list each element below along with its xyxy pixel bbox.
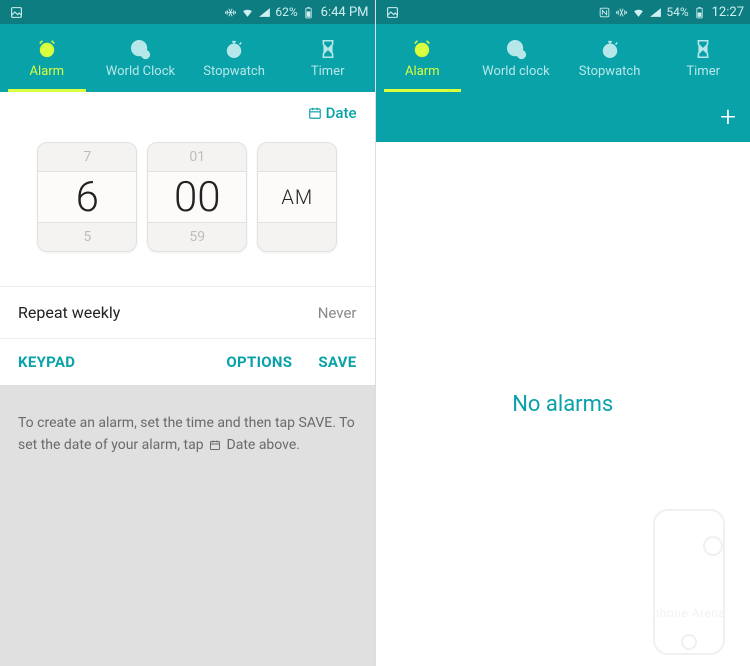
signal-icon <box>649 6 662 19</box>
add-alarm-button[interactable]: + <box>720 103 736 131</box>
minute-current: 00 <box>148 171 246 223</box>
hour-prev: 7 <box>38 143 136 171</box>
date-link-label: Date <box>326 104 357 122</box>
tab-alarm[interactable]: Alarm <box>376 24 470 92</box>
tab-bar: Alarm World clock Stopwatch Timer <box>376 24 750 92</box>
status-time: 12:27 <box>712 5 744 20</box>
time-picker: 7 6 5 01 00 59 AM <box>0 122 375 286</box>
calendar-icon <box>308 106 322 120</box>
alarm-icon <box>411 38 433 60</box>
repeat-label: Repeat weekly <box>18 303 120 322</box>
phone-right: 54% 12:27 Alarm World clock Stopwatch Ti… <box>376 0 750 666</box>
tab-label: World Clock <box>106 64 175 79</box>
tab-label: Alarm <box>405 64 440 79</box>
save-button[interactable]: SAVE <box>318 353 356 371</box>
ampm-picker[interactable]: AM <box>257 142 337 252</box>
battery-percent: 62% <box>275 5 297 19</box>
vibrate-icon <box>224 6 237 19</box>
nfc-icon <box>598 6 611 19</box>
phone-left: 62% 6:44 PM Alarm World Clock Stopwatch … <box>0 0 376 666</box>
hour-current: 6 <box>38 171 136 223</box>
battery-percent: 54% <box>666 5 688 19</box>
vibrate-icon <box>615 6 628 19</box>
tab-label: Alarm <box>30 64 65 79</box>
battery-icon <box>693 6 706 19</box>
stopwatch-icon <box>223 38 245 60</box>
ampm-current: AM <box>258 171 336 223</box>
globe-icon <box>129 38 151 60</box>
image-icon <box>10 6 23 19</box>
tab-label: Stopwatch <box>579 64 641 79</box>
empty-state: No alarms <box>376 142 750 666</box>
minute-prev: 01 <box>148 143 246 171</box>
repeat-value: Never <box>318 304 357 322</box>
tab-stopwatch[interactable]: Stopwatch <box>187 24 281 92</box>
stopwatch-icon <box>599 38 621 60</box>
empty-state-label: No alarms <box>512 392 613 417</box>
hint-text: To create an alarm, set the time and the… <box>0 385 375 666</box>
status-bar: 54% 12:27 <box>376 0 750 24</box>
tab-label: Stopwatch <box>203 64 265 79</box>
battery-icon <box>302 6 315 19</box>
alarm-icon <box>36 38 58 60</box>
tab-timer[interactable]: Timer <box>656 24 750 92</box>
minute-picker[interactable]: 01 00 59 <box>147 142 247 252</box>
tab-label: Timer <box>686 64 720 79</box>
globe-icon <box>505 38 527 60</box>
sub-toolbar: + <box>376 92 750 142</box>
status-time: 6:44 PM <box>321 5 369 20</box>
minute-next: 59 <box>148 223 246 251</box>
tab-bar: Alarm World Clock Stopwatch Timer <box>0 24 375 92</box>
tab-world-clock[interactable]: World Clock <box>94 24 188 92</box>
tab-stopwatch[interactable]: Stopwatch <box>563 24 657 92</box>
tab-alarm[interactable]: Alarm <box>0 24 94 92</box>
keypad-button[interactable]: KEYPAD <box>18 353 75 371</box>
tab-label: Timer <box>311 64 345 79</box>
wifi-icon <box>241 6 254 19</box>
date-link[interactable]: Date <box>308 104 357 122</box>
calendar-icon <box>209 437 221 459</box>
hourglass-icon <box>692 38 714 60</box>
options-button[interactable]: OPTIONS <box>226 353 292 371</box>
status-bar: 62% 6:44 PM <box>0 0 375 24</box>
signal-icon <box>258 6 271 19</box>
tab-world-clock[interactable]: World clock <box>469 24 563 92</box>
hour-next: 5 <box>38 223 136 251</box>
image-icon <box>386 6 399 19</box>
alarm-create-panel: Date 7 6 5 01 00 59 AM Repeat weekly Nev… <box>0 92 375 666</box>
hour-picker[interactable]: 7 6 5 <box>37 142 137 252</box>
hourglass-icon <box>317 38 339 60</box>
tab-label: World clock <box>482 64 550 79</box>
tab-timer[interactable]: Timer <box>281 24 375 92</box>
wifi-icon <box>632 6 645 19</box>
action-row: KEYPAD OPTIONS SAVE <box>0 338 375 385</box>
repeat-row[interactable]: Repeat weekly Never <box>0 286 375 338</box>
